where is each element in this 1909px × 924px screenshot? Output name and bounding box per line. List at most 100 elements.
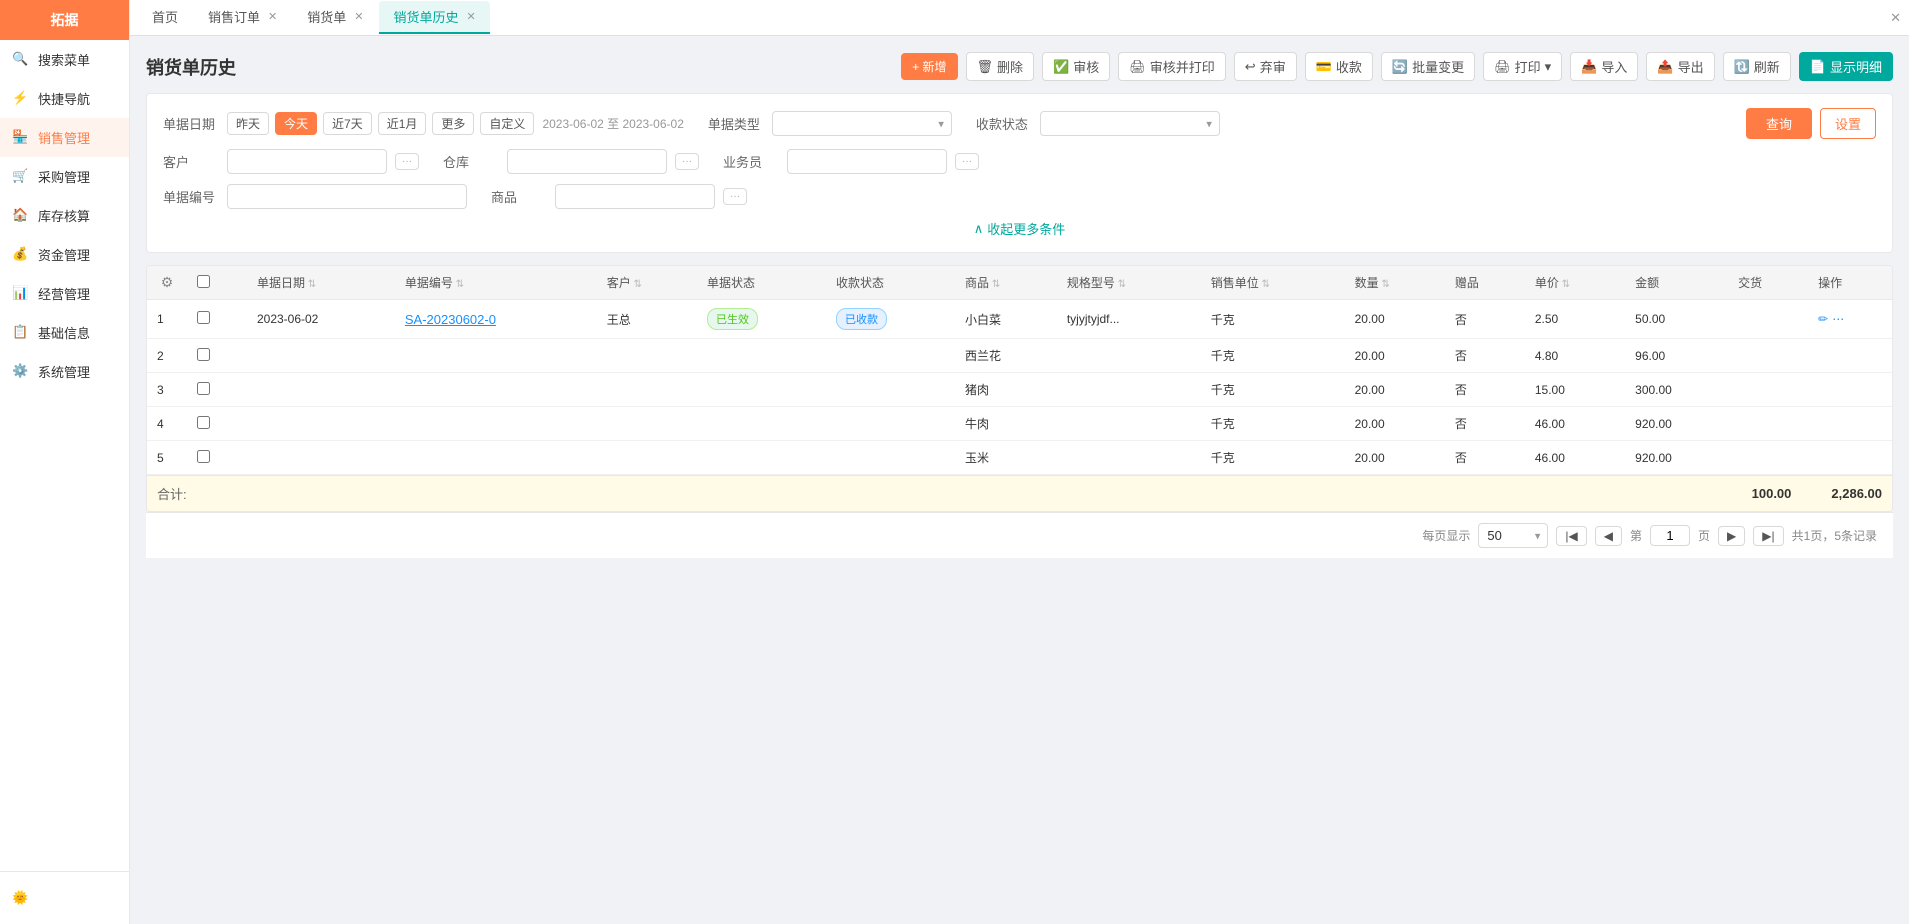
approve-button[interactable]: ✅ 审核 xyxy=(1042,52,1110,81)
page-prev-btn[interactable]: ◀ xyxy=(1595,526,1622,546)
date-range-text: 2023-06-02 至 2023-06-02 xyxy=(542,115,683,132)
table-footer: 合计: 100.00 2,286.00 xyxy=(147,475,1892,511)
row-actions xyxy=(1808,441,1892,475)
pagination: 每页显示 50 100 200 |◀ ◀ 第 页 ▶ ▶| 共1页，5条记录 xyxy=(146,512,1893,558)
import-button[interactable]: 📥 导入 xyxy=(1570,52,1638,81)
date-btn-yesterday[interactable]: 昨天 xyxy=(227,112,269,135)
th-date[interactable]: 单据日期 xyxy=(247,266,395,300)
row-doc-status xyxy=(697,373,826,407)
sidebar-item-search-menu[interactable]: 🔍 搜索菜单 xyxy=(0,40,129,79)
chart-icon: 📊 xyxy=(12,285,30,303)
refresh-button[interactable]: 🔃 刷新 xyxy=(1723,52,1791,81)
tab-sales-history-close[interactable]: ✕ xyxy=(467,10,476,23)
page-next-btn[interactable]: ▶ xyxy=(1718,526,1745,546)
th-settings[interactable]: ⚙ xyxy=(147,266,187,300)
tab-bar-close-all[interactable]: ✕ xyxy=(1890,10,1901,26)
abandon-button[interactable]: ↩ 弃审 xyxy=(1234,52,1297,81)
warehouse-input[interactable] xyxy=(507,149,667,174)
page-size-select[interactable]: 50 100 200 xyxy=(1478,523,1548,548)
date-btn-7days[interactable]: 近7天 xyxy=(323,112,372,135)
docno-input[interactable] xyxy=(227,184,467,209)
row-checkbox[interactable] xyxy=(187,339,247,373)
row-amount: 50.00 xyxy=(1625,300,1728,339)
tab-sales-order-label: 销售订单 xyxy=(208,7,260,26)
row-checkbox[interactable] xyxy=(187,441,247,475)
date-btn-custom[interactable]: 自定义 xyxy=(480,112,534,135)
row-doc-status: 已生效 xyxy=(697,300,826,339)
row-customer xyxy=(597,373,697,407)
print-button[interactable]: 🖨 打印 ▾ xyxy=(1483,52,1562,81)
row-gift: 否 xyxy=(1445,339,1525,373)
goods-input[interactable] xyxy=(555,184,715,209)
page-first-btn[interactable]: |◀ xyxy=(1556,526,1586,546)
tab-sales-goods-close[interactable]: ✕ xyxy=(354,10,363,23)
goods-ellipsis[interactable]: ··· xyxy=(723,188,747,205)
row-amount: 920.00 xyxy=(1625,407,1728,441)
th-qty[interactable]: 数量 xyxy=(1345,266,1445,300)
th-checkbox[interactable] xyxy=(187,266,247,300)
collect-button[interactable]: 💳 收款 xyxy=(1305,52,1373,81)
batch-change-button[interactable]: 🔄 批量变更 xyxy=(1381,52,1475,81)
new-button[interactable]: + 新增 xyxy=(901,53,957,80)
row-delivery xyxy=(1728,300,1808,339)
edit-action-btn[interactable]: ✏ xyxy=(1818,312,1828,326)
row-amount: 96.00 xyxy=(1625,339,1728,373)
more-action-btn[interactable]: ⋯ xyxy=(1832,312,1844,326)
query-button[interactable]: 查询 xyxy=(1746,108,1812,139)
sidebar-item-sys-mgmt[interactable]: ⚙️ 系统管理 xyxy=(0,352,129,391)
th-goods[interactable]: 商品 xyxy=(955,266,1057,300)
tab-sales-history[interactable]: 销货单历史 ✕ xyxy=(379,1,489,34)
tab-home[interactable]: 首页 xyxy=(138,1,192,34)
show-detail-button[interactable]: 📄 显示明细 xyxy=(1799,52,1893,81)
th-spec[interactable]: 规格型号 xyxy=(1057,266,1201,300)
th-unit[interactable]: 销售单位 xyxy=(1201,266,1345,300)
collect-status-select[interactable] xyxy=(1040,111,1220,136)
collapse-filter-btn[interactable]: ∧ 收起更多条件 xyxy=(163,219,1876,238)
sidebar-item-basic-info[interactable]: 📋 基础信息 xyxy=(0,313,129,352)
settings-button[interactable]: 设置 xyxy=(1820,108,1876,139)
tab-sales-goods[interactable]: 销货单 ✕ xyxy=(293,1,377,34)
sidebar-item-purchase-mgmt[interactable]: 🛒 采购管理 xyxy=(0,157,129,196)
th-customer[interactable]: 客户 xyxy=(597,266,697,300)
sidebar-item-quick-nav[interactable]: ⚡ 快捷导航 xyxy=(0,79,129,118)
row-checkbox[interactable] xyxy=(187,407,247,441)
warehouse-ellipsis[interactable]: ··· xyxy=(675,153,699,170)
date-btn-more[interactable]: 更多 xyxy=(432,112,474,135)
sidebar-item-inventory[interactable]: 🏠 库存核算 xyxy=(0,196,129,235)
table-settings-icon[interactable]: ⚙ xyxy=(161,274,174,290)
sidebar-item-operations[interactable]: 📊 经营管理 xyxy=(0,274,129,313)
row-spec xyxy=(1057,373,1201,407)
sidebar-item-finance[interactable]: 💰 资金管理 xyxy=(0,235,129,274)
sidebar-bottom-btn1[interactable]: 🌞 xyxy=(0,880,129,916)
date-btn-today[interactable]: 今天 xyxy=(275,112,317,135)
sidebar-item-label: 资金管理 xyxy=(38,245,90,264)
customer-ellipsis[interactable]: ··· xyxy=(395,153,419,170)
select-all-checkbox[interactable] xyxy=(197,275,210,288)
date-btn-1month[interactable]: 近1月 xyxy=(378,112,427,135)
salesperson-ellipsis[interactable]: ··· xyxy=(955,153,979,170)
row-checkbox[interactable] xyxy=(187,373,247,407)
th-price[interactable]: 单价 xyxy=(1525,266,1625,300)
row-docno[interactable]: SA-20230602-0 xyxy=(395,300,597,339)
export-button[interactable]: 📤 导出 xyxy=(1646,52,1714,81)
tab-sales-order[interactable]: 销售订单 ✕ xyxy=(194,1,291,34)
data-table-container: ⚙ 单据日期 单据编号 客户 单据状态 收款状态 商品 规格型号 销售单位 xyxy=(146,265,1893,512)
page-label-before: 第 xyxy=(1630,527,1642,544)
sidebar-item-sales-mgmt[interactable]: 🏪 销售管理 xyxy=(0,118,129,157)
table-row: 2西兰花千克20.00否4.8096.00 xyxy=(147,339,1892,373)
salesperson-input[interactable] xyxy=(787,149,947,174)
row-qty: 20.00 xyxy=(1345,373,1445,407)
abandon-icon: ↩ xyxy=(1245,59,1256,75)
approve-print-button[interactable]: 🖨 审核并打印 xyxy=(1118,52,1226,81)
sidebar-item-label: 基础信息 xyxy=(38,323,90,342)
tab-sales-order-close[interactable]: ✕ xyxy=(268,10,277,23)
filter-date-item: 单据日期 昨天 今天 近7天 近1月 更多 自定义 2023-06-02 至 2… xyxy=(163,112,684,135)
page-input[interactable] xyxy=(1650,525,1690,546)
doc-type-select[interactable] xyxy=(772,111,952,136)
row-checkbox[interactable] xyxy=(187,300,247,339)
page-last-btn[interactable]: ▶| xyxy=(1753,526,1783,546)
delete-button[interactable]: 🗑 删除 xyxy=(966,52,1035,81)
customer-input[interactable] xyxy=(227,149,387,174)
filter-warehouse-item: 仓库 ··· xyxy=(443,149,699,174)
th-docno[interactable]: 单据编号 xyxy=(395,266,597,300)
